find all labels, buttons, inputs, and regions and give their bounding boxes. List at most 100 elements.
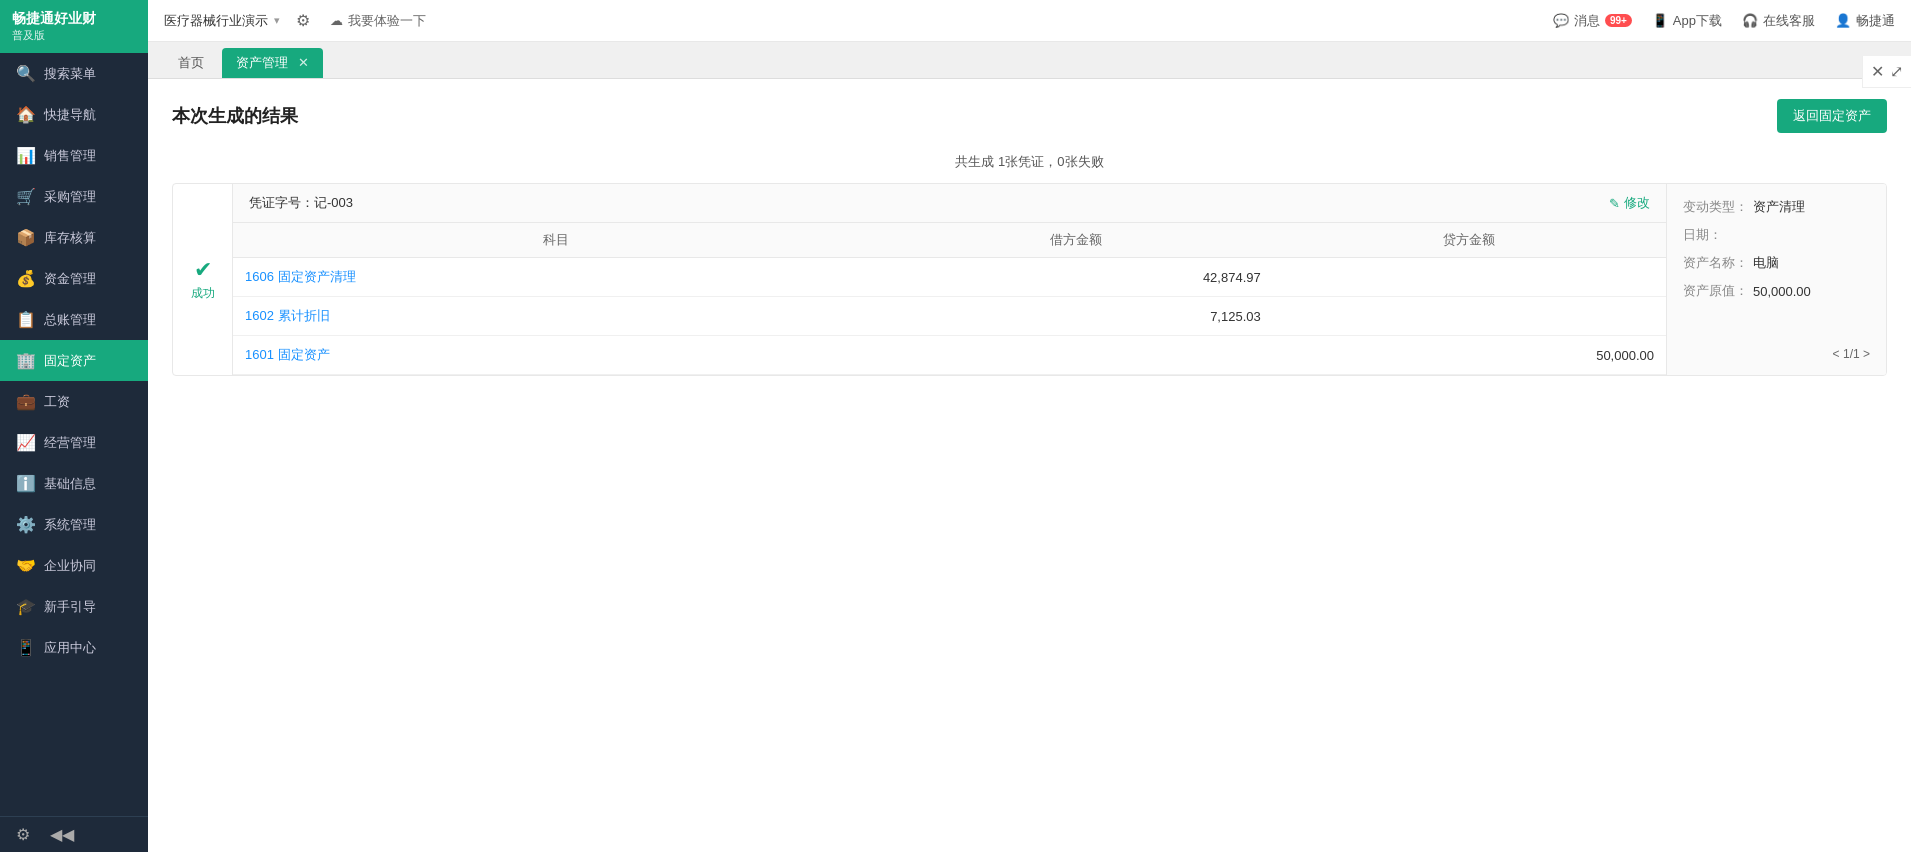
side-pagination[interactable]: < 1/1 > (1683, 347, 1870, 361)
asset-name-row: 资产名称： 电脑 (1683, 254, 1870, 272)
asset-name-value: 电脑 (1753, 254, 1779, 272)
sidebar-item-总账管理[interactable]: 📋总账管理 (0, 299, 148, 340)
voucher-edit-button[interactable]: ✎ 修改 (1609, 194, 1650, 212)
sidebar-header: 畅捷通好业财 普及版 (0, 0, 148, 53)
online-service-icon: 🎧 (1742, 13, 1758, 28)
settings-icon[interactable]: ⚙ (296, 11, 310, 30)
expand-panel-icon[interactable]: ⤢ (1890, 62, 1903, 81)
topbar: 医疗器械行业演示 ▾ ⚙ ☁ 我要体验一下 💬 消息 99 📱 App下载 (148, 0, 1911, 42)
asset-value-label: 资产原值： (1683, 282, 1753, 300)
voucher-table: 科目 借方金额 贷方金额 1606 固定资产清理 42,874.97 1602 … (233, 223, 1666, 375)
pagination-next-icon[interactable]: > (1863, 347, 1870, 361)
change-type-value: 资产清理 (1753, 198, 1805, 216)
col-header-subject: 科目 (233, 223, 879, 258)
cell-subject: 1602 累计折旧 (233, 297, 879, 336)
voucher-block: ✔ 成功 凭证字号：记-003 ✎ 修改 (172, 183, 1887, 376)
sidebar-item-采购管理[interactable]: 🛒 采购管理 (0, 176, 148, 217)
cell-credit (1273, 258, 1666, 297)
chevron-down-icon: ▾ (274, 14, 280, 27)
voucher-left: ✔ 成功 凭证字号：记-003 ✎ 修改 (173, 184, 1666, 375)
return-button[interactable]: 返回固定资产 (1777, 99, 1887, 133)
sidebar-item-工资[interactable]: 💼 工资 (0, 381, 148, 422)
tab-asset-management[interactable]: 资产管理 ✕ (222, 48, 323, 78)
main-wrapper: 医疗器械行业演示 ▾ ⚙ ☁ 我要体验一下 💬 消息 99 📱 App下载 (148, 0, 1911, 852)
date-row: 日期： (1683, 226, 1870, 244)
sidebar-item-经营管理[interactable]: 📈 经营管理 (0, 422, 148, 463)
table-row: 1606 固定资产清理 42,874.97 (233, 258, 1666, 297)
sidebar-item-固定资产[interactable]: 🏢固定资产 (0, 340, 148, 381)
cell-debit: 7,125.03 (879, 297, 1272, 336)
sidebar-item-label: 经营管理 (44, 434, 96, 452)
sidebar-item-新手引导[interactable]: 🎓新手引导 (0, 586, 148, 627)
sidebar-item-icon: ℹ️ (16, 474, 34, 493)
date-label: 日期： (1683, 226, 1753, 244)
sidebar-item-icon: 💼 (16, 392, 34, 411)
sidebar-item-label: 采购管理 (44, 188, 96, 206)
edit-label: 修改 (1624, 194, 1650, 212)
sidebar-item-icon: 📈 (16, 433, 34, 452)
page-title-row: 本次生成的结果 返回固定资产 (172, 99, 1887, 133)
collapse-icon[interactable]: ◀◀ (50, 825, 74, 844)
sidebar-item-label: 应用中心 (44, 639, 96, 657)
cell-subject: 1606 固定资产清理 (233, 258, 879, 297)
online-service-label: 在线客服 (1763, 12, 1815, 30)
sidebar-item-系统管理[interactable]: ⚙️系统管理 (0, 504, 148, 545)
sidebar-item-icon: 🛒 (16, 187, 34, 206)
sidebar-item-库存核算[interactable]: 📦 库存核算 (0, 217, 148, 258)
tab-home-label: 首页 (178, 55, 204, 70)
user-avatar-icon: 👤 (1835, 13, 1851, 28)
settings-icon[interactable]: ⚙ (16, 825, 30, 844)
user-label: 畅捷通 (1856, 12, 1895, 30)
sidebar-item-搜索菜单[interactable]: 🔍搜索菜单 (0, 53, 148, 94)
company-name: 医疗器械行业演示 (164, 12, 268, 30)
asset-value-row: 资产原值： 50,000.00 (1683, 282, 1870, 300)
main: 医疗器械行业演示 ▾ ⚙ ☁ 我要体验一下 💬 消息 99 📱 App下载 (148, 0, 1911, 852)
close-panel-icon[interactable]: ✕ (1871, 62, 1884, 81)
sidebar-nav: 🔍搜索菜单🏠快捷导航📊销售管理 🛒 采购管理 📦 库存核算 💰 资金管理 📋总账管理🏢固定资产… (0, 53, 148, 816)
sidebar-item-icon: 📦 (16, 228, 34, 247)
tab-home[interactable]: 首页 (164, 48, 218, 78)
voucher-header: 凭证字号：记-003 ✎ 修改 (233, 184, 1666, 223)
app-title: 畅捷通好业财 (12, 10, 96, 28)
online-service-button[interactable]: 🎧 在线客服 (1742, 12, 1815, 30)
voucher-number: 凭证字号：记-003 (249, 194, 353, 212)
app-download-button[interactable]: 📱 App下载 (1652, 12, 1722, 30)
cell-credit (1273, 297, 1666, 336)
voucher-side-panel: 变动类型： 资产清理 日期： 资产名称： 电脑 资产原值： 50,000.00 (1666, 184, 1886, 375)
panel-controls: ✕ ⤢ (1862, 56, 1911, 88)
col-header-credit: 贷方金额 (1273, 223, 1666, 258)
user-menu[interactable]: 👤 畅捷通 (1835, 12, 1895, 30)
sidebar-item-label: 资金管理 (44, 270, 96, 288)
sidebar-item-icon: 📱 (16, 638, 34, 657)
experience-button[interactable]: ☁ 我要体验一下 (330, 12, 426, 30)
sidebar-item-icon: 📊 (16, 146, 34, 165)
sidebar-item-label: 总账管理 (44, 311, 96, 329)
message-badge: 99 (1605, 14, 1632, 27)
edit-icon: ✎ (1609, 196, 1620, 211)
page-title: 本次生成的结果 (172, 104, 298, 128)
sidebar-item-快捷导航[interactable]: 🏠快捷导航 (0, 94, 148, 135)
table-row: 1601 固定资产 50,000.00 (233, 336, 1666, 375)
sidebar-item-label: 快捷导航 (44, 106, 96, 124)
sidebar-item-应用中心[interactable]: 📱 应用中心 (0, 627, 148, 668)
sidebar-item-基础信息[interactable]: ℹ️ 基础信息 (0, 463, 148, 504)
cell-debit (879, 336, 1272, 375)
sidebar-item-资金管理[interactable]: 💰 资金管理 (0, 258, 148, 299)
sidebar-item-企业协同[interactable]: 🤝企业协同 (0, 545, 148, 586)
table-row: 1602 累计折旧 7,125.03 (233, 297, 1666, 336)
tab-close-icon[interactable]: ✕ (298, 55, 309, 70)
asset-value-value: 50,000.00 (1753, 284, 1811, 299)
change-type-row: 变动类型： 资产清理 (1683, 198, 1870, 216)
company-selector[interactable]: 医疗器械行业演示 ▾ (164, 12, 280, 30)
sidebar-item-label: 工资 (44, 393, 70, 411)
sidebar-item-label: 库存核算 (44, 229, 96, 247)
sidebar-item-icon: ⚙️ (16, 515, 34, 534)
sidebar-item-销售管理[interactable]: 📊销售管理 (0, 135, 148, 176)
cell-subject: 1601 固定资产 (233, 336, 879, 375)
pagination-prev-icon[interactable]: < (1833, 347, 1840, 361)
sidebar-item-label: 基础信息 (44, 475, 96, 493)
message-button[interactable]: 💬 消息 99 (1553, 12, 1632, 30)
sidebar-item-icon: 💰 (16, 269, 34, 288)
success-label: 成功 (191, 285, 215, 302)
topbar-right: 💬 消息 99 📱 App下载 🎧 在线客服 👤 畅捷通 (1553, 12, 1895, 30)
